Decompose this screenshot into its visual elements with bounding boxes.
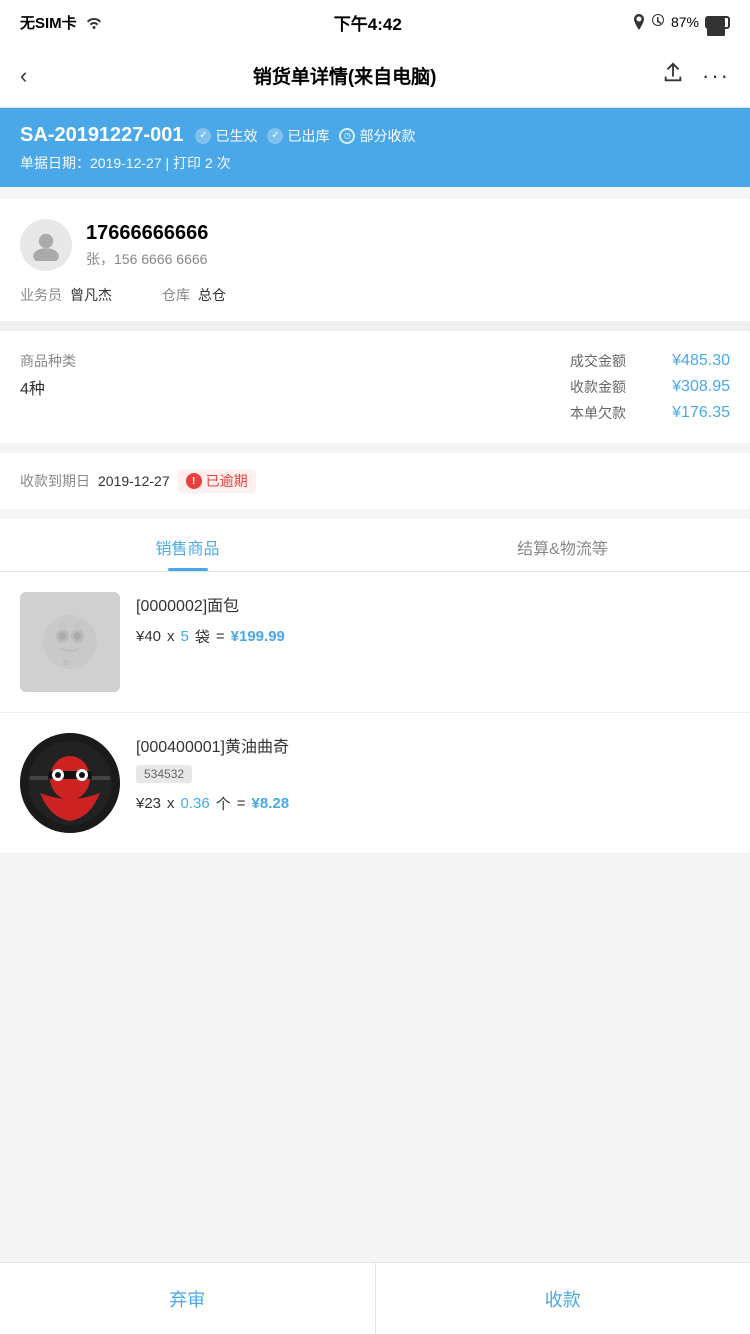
price-eq-2: =	[237, 795, 246, 812]
clock-icon: ◷	[339, 128, 355, 144]
warehouse-value: 总仓	[198, 285, 226, 305]
deal-amount-label: 成交金额	[570, 351, 630, 371]
more-button[interactable]: ···	[702, 63, 730, 89]
bottom-bar: 弃审 收款	[0, 1262, 750, 1334]
deal-amount-row: 成交金额 ¥485.30	[570, 351, 730, 371]
customer-contact: 张，156 6666 6666	[86, 249, 208, 269]
price-qty-1: 5	[181, 628, 189, 645]
product-list: 管+ [0000002]面包 ¥40 x 5 袋 = ¥199.99	[0, 572, 750, 854]
overdue-text: 已逾期	[206, 471, 248, 491]
badge-partial: ◷ 部分收款	[339, 126, 415, 146]
price-multiplier-1: x	[167, 628, 175, 645]
wifi-icon	[85, 15, 103, 29]
product-item-2: [000400001]黄油曲奇 534532 ¥23 x 0.36 个 = ¥8…	[0, 713, 750, 854]
check-icon-2: ✓	[267, 128, 283, 144]
cancel-audit-button[interactable]: 弃审	[0, 1263, 376, 1334]
tab-sales-products[interactable]: 销售商品	[0, 519, 375, 571]
price-base-2: ¥23	[136, 795, 161, 812]
owed-amount-row: 本单欠款 ¥176.35	[570, 403, 730, 423]
owl-icon: 管+	[40, 612, 100, 672]
owed-value: ¥176.35	[650, 404, 730, 422]
share-button[interactable]	[662, 62, 684, 90]
product-name-2: [000400001]黄油曲奇	[136, 733, 730, 757]
status-signal: 无SIM卡	[20, 12, 103, 33]
customer-id: 17666666666	[86, 222, 208, 245]
alarm-icon	[651, 14, 665, 30]
overdue-badge: ! 已逾期	[178, 469, 256, 493]
due-date-section: 收款到期日 2019-12-27 ! 已逾期	[0, 453, 750, 509]
battery-percent: 87%	[671, 14, 699, 30]
divider-1	[0, 321, 750, 331]
status-right: 87%	[633, 14, 730, 30]
sales-value: 曾凡杰	[70, 285, 112, 305]
badge-effective: ✓ 已生效	[195, 126, 257, 146]
sales-meta: 业务员 曾凡杰	[20, 285, 112, 305]
product-item: 管+ [0000002]面包 ¥40 x 5 袋 = ¥199.99	[0, 572, 750, 713]
product-image-2	[20, 733, 120, 833]
price-total-2: ¥8.28	[252, 795, 290, 812]
deal-amount-value: ¥485.30	[650, 352, 730, 370]
collect-payment-button[interactable]: 收款	[376, 1263, 750, 1334]
badge-shipped: ✓ 已出库	[267, 126, 329, 146]
order-date-info: 单据日期：2019-12-27 | 打印 2 次	[20, 153, 730, 173]
product-details-1: [0000002]面包 ¥40 x 5 袋 = ¥199.99	[136, 592, 730, 647]
check-icon-1: ✓	[195, 128, 211, 144]
ninja-icon	[20, 733, 120, 833]
product-details-2: [000400001]黄油曲奇 534532 ¥23 x 0.36 个 = ¥8…	[136, 733, 730, 814]
warehouse-label: 仓库	[162, 285, 190, 305]
kinds-label: 商品种类	[20, 351, 76, 371]
price-qty-2: 0.36	[181, 795, 210, 812]
product-price-row-2: ¥23 x 0.36 个 = ¥8.28	[136, 793, 730, 814]
tab-settlement[interactable]: 结算&物流等	[375, 519, 750, 571]
product-image-1: 管+	[20, 592, 120, 692]
price-base-1: ¥40	[136, 628, 161, 645]
status-bar: 无SIM卡 下午4:42 87%	[0, 0, 750, 44]
nav-actions: ···	[662, 62, 730, 90]
due-date-value: 2019-12-27	[98, 473, 170, 489]
product-sku-2: 534532	[136, 765, 192, 783]
order-id: SA-20191227-001	[20, 124, 183, 147]
product-name-1: [0000002]面包	[136, 592, 730, 616]
location-icon	[633, 14, 645, 30]
warehouse-meta: 仓库 总仓	[162, 285, 226, 305]
received-amount-row: 收款金额 ¥308.95	[570, 377, 730, 397]
status-time: 下午4:42	[334, 10, 402, 35]
price-multiplier-2: x	[167, 795, 175, 812]
customer-section: 17666666666 张，156 6666 6666 业务员 曾凡杰 仓库 总…	[0, 199, 750, 321]
back-button[interactable]: ‹	[20, 63, 27, 89]
product-price-row-1: ¥40 x 5 袋 = ¥199.99	[136, 626, 730, 647]
price-unit-1: 袋	[195, 626, 210, 647]
order-header: SA-20191227-001 ✓ 已生效 ✓ 已出库 ◷ 部分收款 单据日期：…	[0, 108, 750, 187]
owed-label: 本单欠款	[570, 403, 630, 423]
battery-icon	[705, 16, 730, 29]
page-title: 销货单详情(来自电脑)	[253, 62, 437, 89]
sales-label: 业务员	[20, 285, 62, 305]
signal-text: 无SIM卡	[20, 12, 77, 33]
tab-underline	[168, 568, 208, 571]
price-unit-2: 个	[216, 793, 231, 814]
received-value: ¥308.95	[650, 378, 730, 396]
due-label: 收款到期日	[20, 471, 90, 491]
kinds-value: 4种	[20, 375, 76, 399]
tabs-section: 销售商品 结算&物流等	[0, 519, 750, 572]
avatar-icon	[30, 229, 62, 261]
price-total-1: ¥199.99	[231, 628, 285, 645]
stats-section: 商品种类 4种 成交金额 ¥485.30 收款金额 ¥308.95 本单欠款 ¥…	[0, 331, 750, 443]
price-eq-1: =	[216, 628, 225, 645]
nav-bar: ‹ 销货单详情(来自电脑) ···	[0, 44, 750, 108]
customer-avatar	[20, 219, 72, 271]
status-badges: ✓ 已生效 ✓ 已出库 ◷ 部分收款	[195, 126, 415, 146]
overdue-icon: !	[186, 473, 202, 489]
received-label: 收款金额	[570, 377, 630, 397]
